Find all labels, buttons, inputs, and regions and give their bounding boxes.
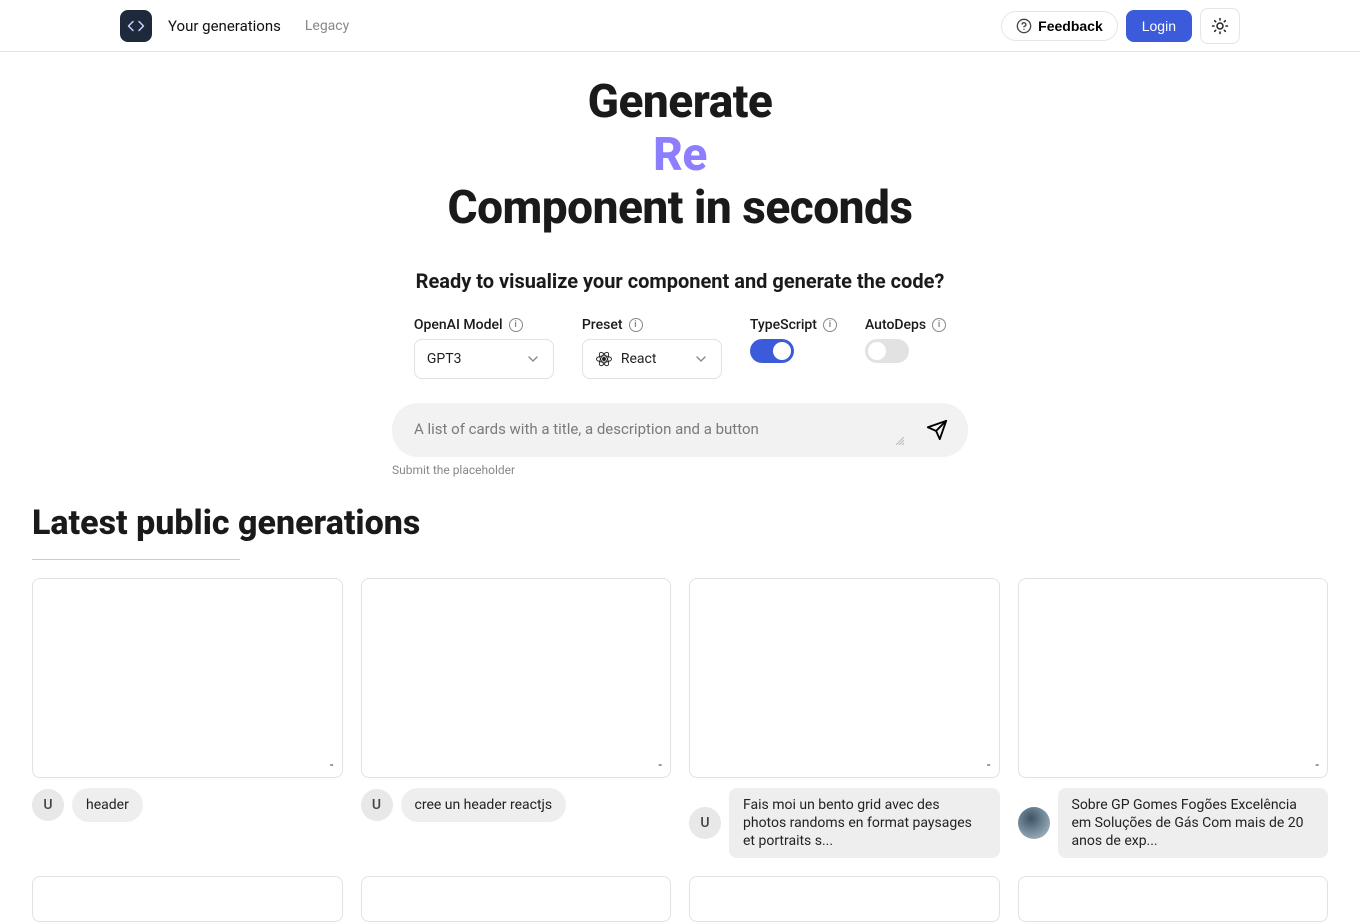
thumb-indicator: -	[1315, 758, 1319, 773]
typescript-label-row: TypeScript i	[750, 317, 837, 333]
generation-prompt[interactable]: Fais moi un bento grid avec des photos r…	[729, 788, 1000, 859]
avatar[interactable]: U	[32, 789, 64, 821]
info-icon[interactable]: i	[629, 318, 643, 332]
hero-line2: Re	[0, 129, 1360, 182]
generation-thumbnail[interactable]	[361, 876, 672, 922]
typescript-control: TypeScript i	[750, 317, 837, 379]
info-icon[interactable]: i	[932, 318, 946, 332]
generation-prompt[interactable]: cree un header reactjs	[401, 788, 567, 822]
generation-thumbnail[interactable]: -	[1018, 578, 1329, 778]
prompt-input-container	[392, 403, 968, 457]
chevron-down-icon	[693, 351, 709, 367]
preset-label: Preset	[582, 317, 623, 333]
react-icon	[595, 350, 613, 368]
app-header: Your generations Legacy Feedback Login	[0, 0, 1360, 52]
typescript-toggle[interactable]	[750, 339, 794, 363]
toggle-knob	[868, 342, 886, 360]
avatar[interactable]	[1018, 807, 1050, 839]
thumb-indicator: -	[987, 758, 991, 773]
generations-grid-row2	[0, 858, 1360, 922]
app-logo[interactable]	[120, 10, 152, 42]
card-meta: Sobre GP Gomes Fogões Excelência em Solu…	[1018, 788, 1329, 859]
header-left: Your generations Legacy	[120, 10, 357, 42]
feedback-label: Feedback	[1038, 18, 1103, 34]
card-meta: U header	[32, 788, 343, 822]
preset-label-row: Preset i	[582, 317, 722, 333]
prompt-wrap	[0, 403, 1360, 457]
resize-grip-icon	[896, 437, 904, 445]
info-icon[interactable]: i	[509, 318, 523, 332]
login-button[interactable]: Login	[1126, 10, 1192, 42]
toggle-knob	[773, 342, 791, 360]
thumb-indicator: -	[658, 758, 662, 773]
section-divider	[32, 559, 240, 560]
model-label-row: OpenAI Model i	[414, 317, 554, 333]
generations-grid: - U header - U cree un header reactjs - …	[0, 578, 1360, 859]
generation-prompt[interactable]: header	[72, 788, 143, 822]
submit-button[interactable]	[916, 409, 958, 451]
help-icon	[1016, 18, 1032, 34]
hero-line3: Component in seconds	[0, 182, 1360, 235]
model-label: OpenAI Model	[414, 317, 503, 333]
prompt-helper-text[interactable]: Submit the placeholder	[392, 463, 968, 477]
avatar[interactable]: U	[689, 807, 721, 839]
model-value: GPT3	[427, 351, 462, 367]
generation-thumbnail[interactable]	[1018, 876, 1329, 922]
info-icon[interactable]: i	[823, 318, 837, 332]
hero: Generate Re Component in seconds Ready t…	[0, 52, 1360, 477]
autodeps-toggle[interactable]	[865, 339, 909, 363]
generation-thumbnail[interactable]	[32, 876, 343, 922]
generation-thumbnail[interactable]: -	[689, 578, 1000, 778]
generation-thumbnail[interactable]: -	[361, 578, 672, 778]
card-meta: U cree un header reactjs	[361, 788, 672, 822]
autodeps-label: AutoDeps	[865, 317, 926, 333]
generation-thumbnail[interactable]: -	[32, 578, 343, 778]
card-meta: U Fais moi un bento grid avec des photos…	[689, 788, 1000, 859]
hero-subheading: Ready to visualize your component and ge…	[0, 269, 1360, 293]
preset-control: Preset i React	[582, 317, 722, 379]
nav-legacy[interactable]: Legacy	[297, 12, 357, 40]
generation-prompt[interactable]: Sobre GP Gomes Fogões Excelência em Solu…	[1058, 788, 1329, 859]
autodeps-label-row: AutoDeps i	[865, 317, 946, 333]
generation-card[interactable]: - Sobre GP Gomes Fogões Excelência em So…	[1018, 578, 1329, 859]
generation-card[interactable]: - U header	[32, 578, 343, 859]
model-select[interactable]: GPT3	[414, 339, 554, 379]
chevron-down-icon	[525, 351, 541, 367]
thumb-indicator: -	[330, 758, 334, 773]
model-control: OpenAI Model i GPT3	[414, 317, 554, 379]
nav-your-generations[interactable]: Your generations	[160, 11, 289, 41]
header-right: Feedback Login	[1001, 8, 1240, 44]
controls-row: OpenAI Model i GPT3 Preset i React	[0, 317, 1360, 379]
generation-card[interactable]: - U cree un header reactjs	[361, 578, 672, 859]
autodeps-control: AutoDeps i	[865, 317, 946, 379]
sun-icon	[1211, 17, 1229, 35]
section-title: Latest public generations	[0, 477, 1360, 543]
preset-select[interactable]: React	[582, 339, 722, 379]
hero-line1: Generate	[0, 76, 1360, 129]
theme-toggle-button[interactable]	[1200, 8, 1240, 44]
generation-card[interactable]: - U Fais moi un bento grid avec des phot…	[689, 578, 1000, 859]
generation-thumbnail[interactable]	[689, 876, 1000, 922]
typescript-label: TypeScript	[750, 317, 817, 333]
feedback-button[interactable]: Feedback	[1001, 11, 1118, 41]
prompt-input[interactable]	[414, 411, 884, 449]
avatar[interactable]: U	[361, 789, 393, 821]
send-icon	[926, 419, 948, 441]
hero-title: Generate Re Component in seconds	[0, 76, 1360, 235]
code-icon	[127, 17, 145, 35]
preset-value: React	[621, 351, 657, 367]
